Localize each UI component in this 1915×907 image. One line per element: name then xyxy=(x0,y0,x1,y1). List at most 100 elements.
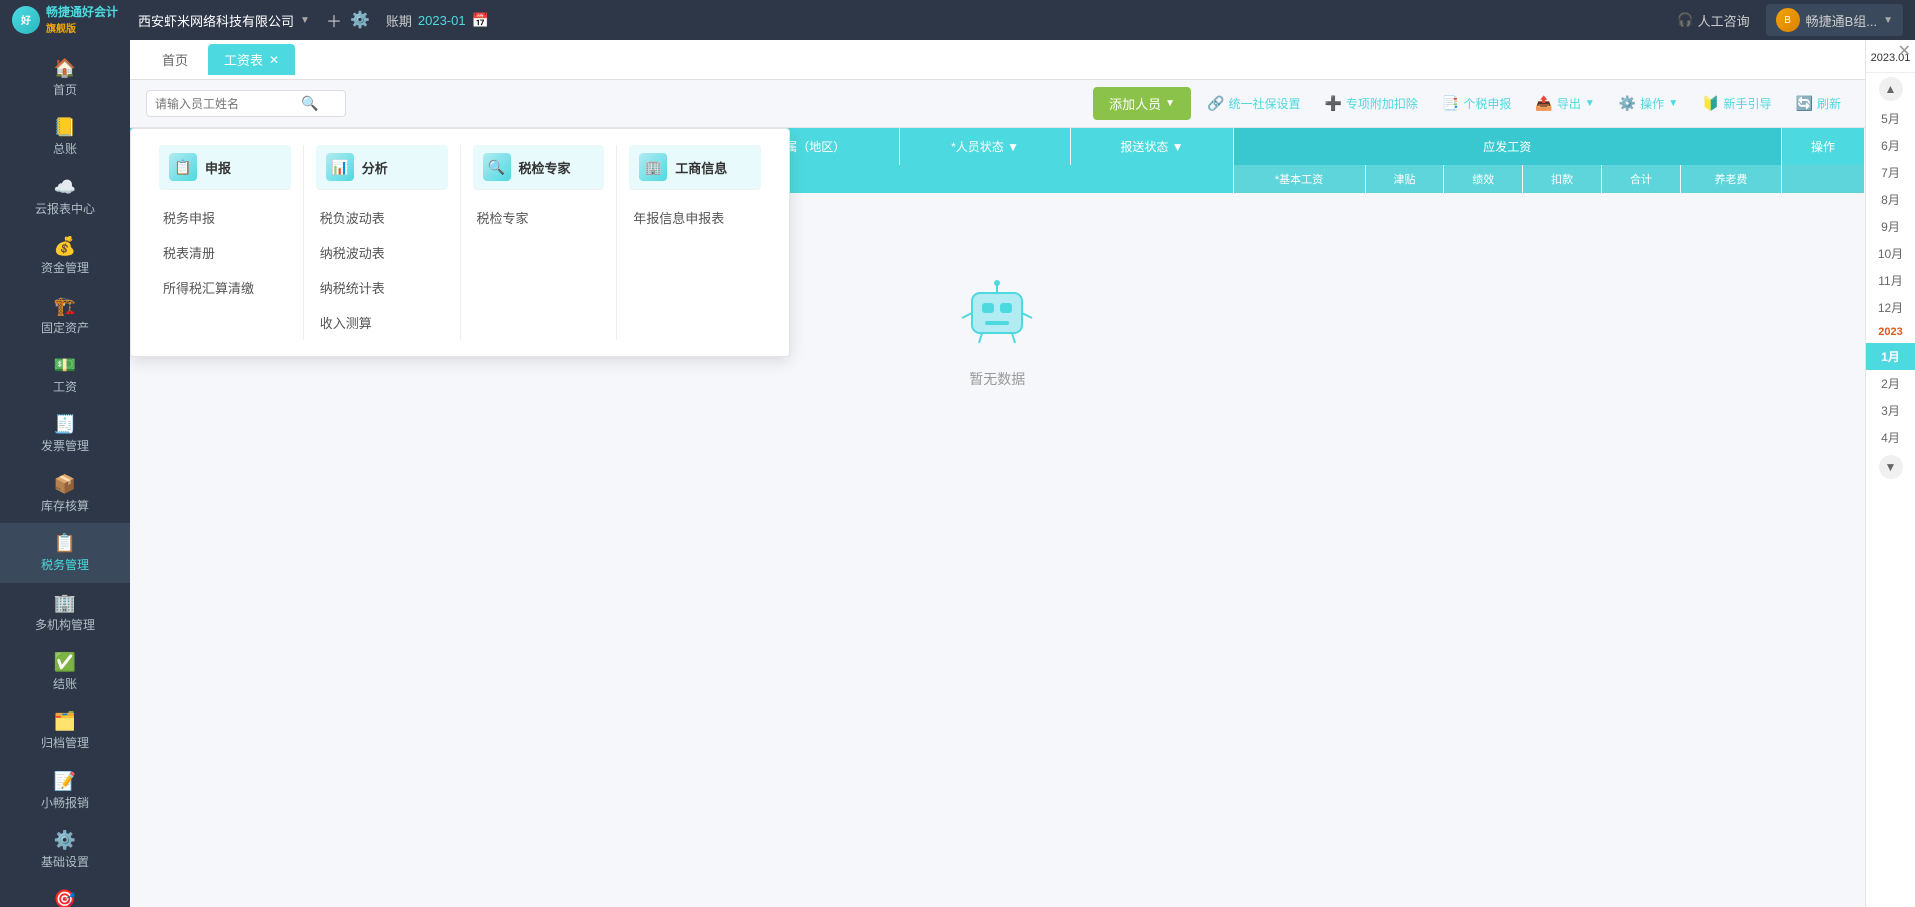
month-5[interactable]: 5月 xyxy=(1866,105,1915,132)
avatar: B xyxy=(1776,8,1800,32)
social-security-label: 统一社保设置 xyxy=(1228,95,1300,112)
sidebar-item-guide[interactable]: 🎯 新手引导 xyxy=(0,879,130,907)
user-badge[interactable]: B 畅捷通B组... ▼ xyxy=(1766,4,1903,36)
sidebar-item-invoice[interactable]: 🧾 发票管理 xyxy=(0,404,130,463)
tab-close-icon[interactable]: ✕ xyxy=(269,54,279,66)
month-9[interactable]: 9月 xyxy=(1866,213,1915,240)
sidebar-item-cloud-report[interactable]: ☁️ 云报表中心 xyxy=(0,167,130,226)
refresh-icon: 🔄 xyxy=(1796,95,1813,112)
empty-text: 暂无数据 xyxy=(969,369,1025,389)
sidebar-label-settings: 基础设置 xyxy=(41,855,89,869)
sidebar-label-ledger: 总账 xyxy=(53,142,77,156)
sidebar-label-funds: 资金管理 xyxy=(41,261,89,275)
export-button[interactable]: 📤 导出 ▼ xyxy=(1527,91,1602,116)
small-report-icon: 📝 xyxy=(54,771,76,792)
new-guide-button[interactable]: 🔰 新手引导 xyxy=(1694,91,1779,116)
app-edition: 旗舰版 xyxy=(46,20,118,35)
add-icon[interactable]: ＋ xyxy=(326,8,342,32)
annual-report-item[interactable]: 年报信息申报表 xyxy=(629,200,761,235)
user-chevron-icon: ▼ xyxy=(1883,15,1893,26)
sidebar-item-settings[interactable]: ⚙️ 基础设置 xyxy=(0,820,130,879)
month-8[interactable]: 8月 xyxy=(1866,186,1915,213)
business-info-section: 🏢 工商信息 年报信息申报表 xyxy=(617,145,773,340)
new-guide-label: 新手引导 xyxy=(1724,95,1772,112)
month-11[interactable]: 11月 xyxy=(1866,267,1915,294)
panel-up-icon[interactable]: ▲ xyxy=(1879,77,1903,101)
analysis-title: 📊 分析 xyxy=(316,145,448,190)
month-6[interactable]: 6月 xyxy=(1866,132,1915,159)
sidebar-label-invoice: 发票管理 xyxy=(41,439,89,453)
tax-expert-item[interactable]: 税检专家 xyxy=(473,200,605,235)
special-deduction-button[interactable]: ➕ 专项附加扣除 xyxy=(1316,91,1425,116)
support-button[interactable]: 🎧 人工咨询 xyxy=(1677,11,1749,30)
tax-declaration-item[interactable]: 税务申报 xyxy=(159,200,291,235)
sidebar-label-small-report: 小畅报销 xyxy=(41,796,89,810)
sidebar-item-archive[interactable]: 🗂️ 归档管理 xyxy=(0,701,130,760)
social-security-button[interactable]: 🔗 统一社保设置 xyxy=(1199,91,1308,116)
month-1[interactable]: 1月 xyxy=(1866,343,1915,370)
special-deduction-icon: ➕ xyxy=(1324,95,1341,112)
declaration-title: 📋 申报 xyxy=(159,145,291,190)
app-logo: 好 畅捷通好会计 旗舰版 xyxy=(12,5,118,34)
table-col-report-status: 报送状态 ▼ xyxy=(1071,128,1233,165)
archive-icon: 🗂️ xyxy=(54,711,76,732)
table-col-person-status: *人员状态 ▼ xyxy=(899,128,1071,165)
sidebar-item-funds[interactable]: 💰 资金管理 xyxy=(0,226,130,285)
tax-burden-item[interactable]: 税负波动表 xyxy=(316,200,448,235)
calendar-icon[interactable]: 📅 xyxy=(472,12,489,29)
chevron-down-icon: ▼ xyxy=(300,15,310,26)
personal-tax-button[interactable]: 📑 个税申报 xyxy=(1434,91,1519,116)
settings-icon[interactable]: ⚙️ xyxy=(350,10,370,30)
sidebar-item-inventory[interactable]: 📦 库存核算 xyxy=(0,464,130,523)
sidebar-item-small-report[interactable]: 📝 小畅报销 xyxy=(0,761,130,820)
tab-home-label: 首页 xyxy=(162,50,188,69)
sidebar-label-home: 首页 xyxy=(53,83,77,97)
sidebar-item-payroll[interactable]: 💵 工资 xyxy=(0,345,130,404)
tab-home[interactable]: 首页 xyxy=(146,44,204,75)
tax-wave-item[interactable]: 纳税波动表 xyxy=(316,235,448,270)
operations-dropdown-icon: ▼ xyxy=(1668,98,1678,109)
sidebar-item-multi-org[interactable]: 🏢 多机构管理 xyxy=(0,583,130,642)
panel-down-icon[interactable]: ▼ xyxy=(1879,455,1903,479)
declaration-section: 📋 申报 税务申报 税表清册 所得税汇算清缴 xyxy=(147,145,304,340)
table-col-operations: 操作 xyxy=(1781,128,1864,165)
top-bar: 好 畅捷通好会计 旗舰版 西安虾米网络科技有限公司 ▼ ＋ ⚙️ 账期 2023… xyxy=(0,0,1915,40)
right-panel-close-icon[interactable]: ✕ xyxy=(1898,44,1911,60)
business-info-icon: 🏢 xyxy=(639,153,667,181)
funds-icon: 💰 xyxy=(54,236,76,257)
search-input[interactable] xyxy=(155,97,295,111)
sidebar-item-tax[interactable]: 📋 税务管理 xyxy=(0,523,130,582)
empty-robot-icon xyxy=(957,273,1037,353)
operations-button[interactable]: ⚙️ 操作 ▼ xyxy=(1611,91,1686,116)
headset-icon: 🎧 xyxy=(1677,12,1693,28)
tax-expert-title-text: 税检专家 xyxy=(519,158,571,177)
month-12[interactable]: 12月 xyxy=(1866,294,1915,321)
tax-table-item[interactable]: 税表清册 xyxy=(159,235,291,270)
month-3[interactable]: 3月 xyxy=(1866,397,1915,424)
company-name: 西安虾米网络科技有限公司 xyxy=(138,11,294,30)
search-box[interactable]: 🔍 xyxy=(146,90,346,117)
table-sub-total: 合计 xyxy=(1602,165,1681,193)
cloud-report-icon: ☁️ xyxy=(54,177,76,198)
month-10[interactable]: 10月 xyxy=(1866,240,1915,267)
add-person-button[interactable]: 添加人员 ▼ xyxy=(1093,87,1191,120)
month-2[interactable]: 2月 xyxy=(1866,370,1915,397)
sidebar-item-settle[interactable]: ✅ 结账 xyxy=(0,642,130,701)
sidebar-item-fixed-assets[interactable]: 🏗️ 固定资产 xyxy=(0,286,130,345)
tab-bar: 首页 工资表 ✕ xyxy=(130,40,1865,80)
tax-stats-item[interactable]: 纳税统计表 xyxy=(316,270,448,305)
sidebar-item-home[interactable]: 🏠 首页 xyxy=(0,48,130,107)
top-bar-right: 🎧 人工咨询 B 畅捷通B组... ▼ xyxy=(1677,4,1903,36)
app-name: 畅捷通好会计 xyxy=(46,5,118,19)
table-sub-deduction: 扣款 xyxy=(1523,165,1602,193)
month-4[interactable]: 4月 xyxy=(1866,424,1915,451)
sidebar-item-ledger[interactable]: 📒 总账 xyxy=(0,107,130,166)
tab-payroll[interactable]: 工资表 ✕ xyxy=(208,44,295,75)
company-selector[interactable]: 西安虾米网络科技有限公司 ▼ xyxy=(138,11,310,30)
income-tax-item[interactable]: 所得税汇算清缴 xyxy=(159,270,291,305)
month-7[interactable]: 7月 xyxy=(1866,159,1915,186)
sidebar-label-tax: 税务管理 xyxy=(41,558,89,572)
sidebar-label-fixed-assets: 固定资产 xyxy=(41,321,89,335)
refresh-button[interactable]: 🔄 刷新 xyxy=(1788,91,1849,116)
income-calc-item[interactable]: 收入测算 xyxy=(316,305,448,340)
